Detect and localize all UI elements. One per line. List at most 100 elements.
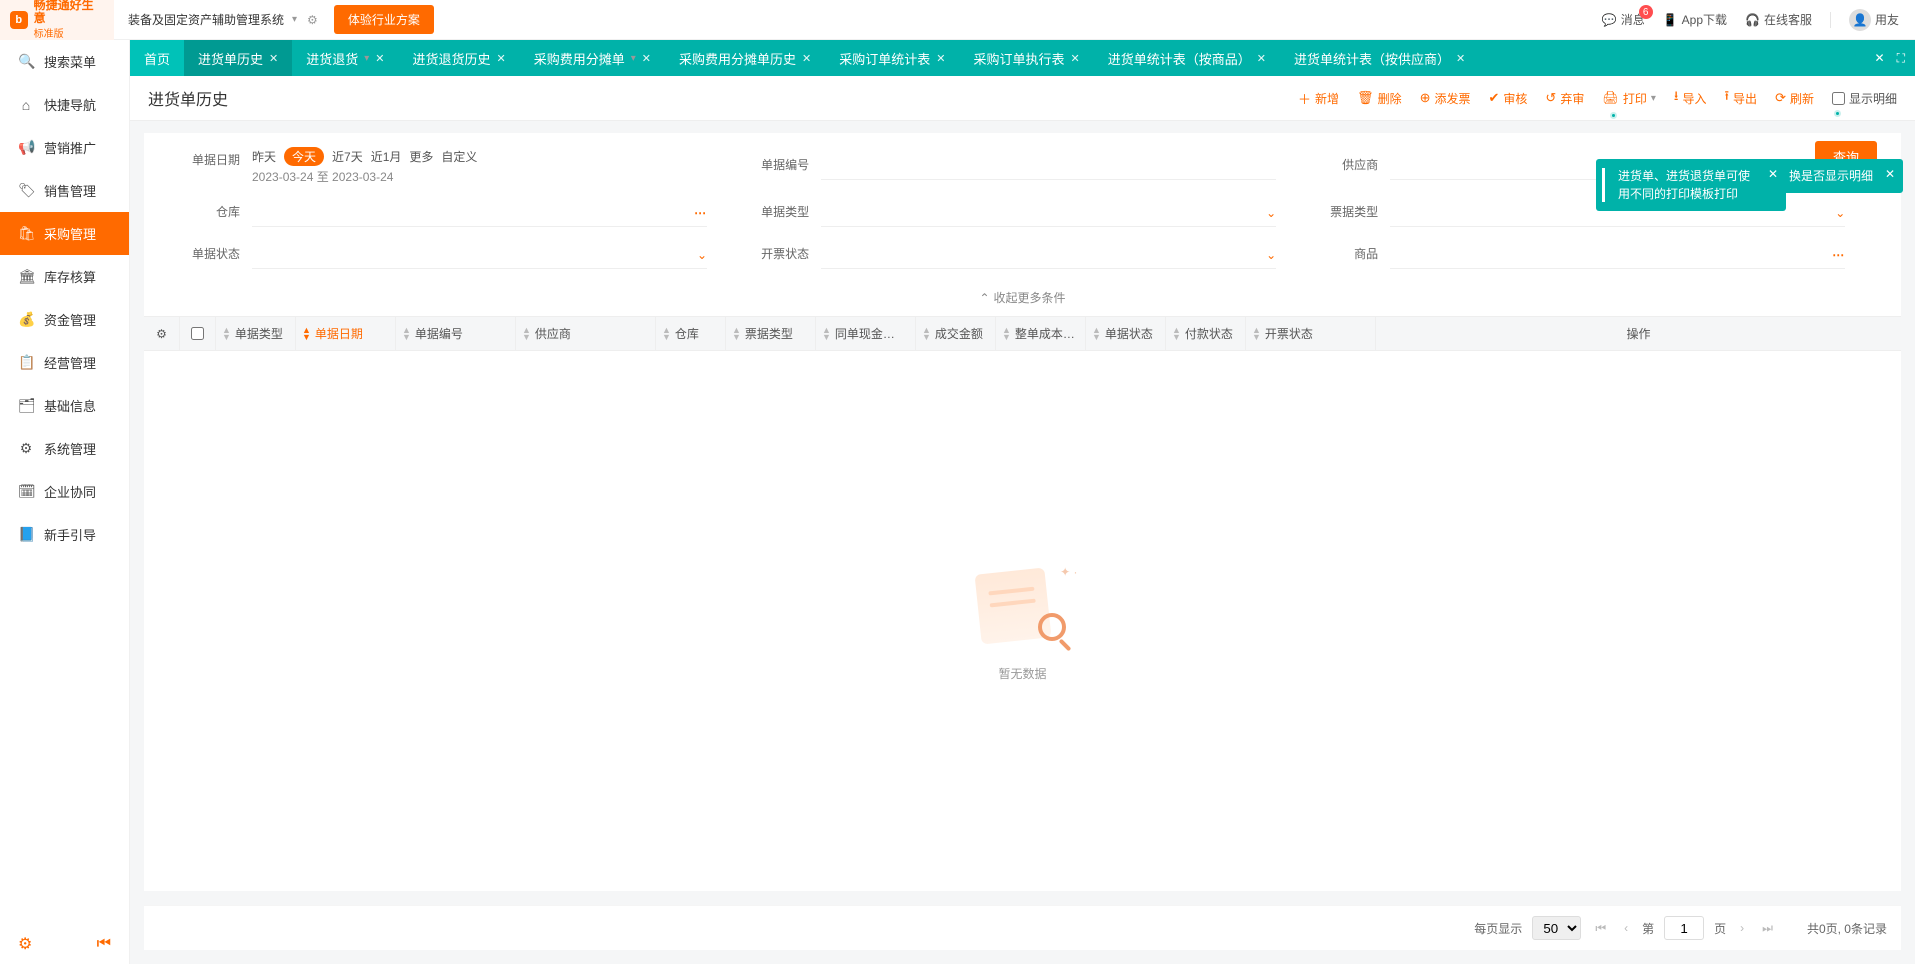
doc-status-select[interactable]: ⌄ xyxy=(252,241,707,269)
col-doc-no[interactable]: ▲▼单据编号 xyxy=(396,317,516,350)
page-input[interactable] xyxy=(1664,916,1704,940)
headset-icon: 🎧 xyxy=(1745,13,1760,27)
tab-home[interactable]: 首页 xyxy=(130,40,184,76)
tab-stats-supplier[interactable]: 进货单统计表（按供应商）✕ xyxy=(1280,40,1479,76)
tab-po-stats[interactable]: 采购订单统计表✕ xyxy=(825,40,959,76)
date-opt-7d[interactable]: 近7天 xyxy=(332,148,363,165)
close-icon[interactable]: ✕ xyxy=(802,52,811,65)
collapse-filters-button[interactable]: ⌃ 收起更多条件 xyxy=(168,283,1877,316)
show-detail-toggle[interactable]: 显示明细 xyxy=(1832,90,1897,107)
show-detail-checkbox[interactable] xyxy=(1832,92,1845,105)
column-settings-button[interactable]: ⚙ xyxy=(144,317,180,350)
system-selector[interactable]: 装备及固定资产辅助管理系统 ▾ xyxy=(128,11,297,28)
tab-cost-alloc-history[interactable]: 采购费用分摊单历史✕ xyxy=(665,40,825,76)
add-button[interactable]: ＋新增 xyxy=(1298,89,1339,108)
brand-name: 畅捷通好生意 xyxy=(34,0,104,25)
messages-button[interactable]: 💬 消息 6 xyxy=(1602,11,1645,28)
close-icon[interactable]: ✕ xyxy=(375,52,384,65)
messages-badge: 6 xyxy=(1639,5,1653,19)
print-tip: 进货单、进货退货单可使用不同的打印模板打印 ✕ xyxy=(1596,159,1786,211)
chevron-down-icon: ⌄ xyxy=(697,248,707,262)
col-amount[interactable]: ▲▼成交金额 xyxy=(916,317,996,350)
toolbar: ＋新增 🗑删除 ⊕添发票 ✔审核 ↺弃审 🖨打印▾ ⭳导入 ⭱导出 ⟳刷新 显示… xyxy=(1298,87,1897,109)
col-doc-date[interactable]: ▲▼单据日期 xyxy=(296,317,396,350)
col-doc-status[interactable]: ▲▼单据状态 xyxy=(1086,317,1166,350)
close-icon[interactable]: ✕ xyxy=(1456,52,1465,65)
sidebar-item-system[interactable]: ⚙系统管理 xyxy=(0,427,129,470)
tab-po-exec[interactable]: 采购订单执行表✕ xyxy=(959,40,1093,76)
add-invoice-button[interactable]: ⊕添发票 xyxy=(1420,90,1471,107)
sidebar-item-marketing[interactable]: 📢营销推广 xyxy=(0,126,129,169)
close-icon[interactable]: ✕ xyxy=(1257,52,1266,65)
user-menu[interactable]: 👤 用友 xyxy=(1849,9,1899,31)
fullscreen-icon[interactable]: ⛶ xyxy=(1897,51,1905,66)
import-button[interactable]: ⭳导入 xyxy=(1674,87,1707,109)
export-button[interactable]: ⭱导出 xyxy=(1724,87,1757,109)
app-download-button[interactable]: 📱 App下载 xyxy=(1663,11,1727,28)
col-cost[interactable]: ▲▼整单成本… xyxy=(996,317,1086,350)
tab-purchase-history[interactable]: 进货单历史✕ xyxy=(184,40,292,76)
first-page-button[interactable]: ⏮ xyxy=(1591,921,1610,936)
gear-icon: ⚙ xyxy=(156,327,167,341)
prev-page-button[interactable]: ‹ xyxy=(1620,921,1632,935)
collapse-sidebar-icon[interactable]: ⏮ xyxy=(97,935,111,953)
product-input[interactable]: ⋯ xyxy=(1390,241,1845,269)
unaudit-button[interactable]: ↺弃审 xyxy=(1545,90,1584,107)
import-icon: ⭳ xyxy=(1674,87,1679,109)
select-all-checkbox[interactable] xyxy=(180,317,216,350)
chevron-down-icon: ▾ xyxy=(364,53,369,64)
close-icon[interactable]: ✕ xyxy=(1885,165,1895,183)
tab-purchase-return-history[interactable]: 进货退货历史✕ xyxy=(399,40,520,76)
sidebar-item-quicknav[interactable]: ⌂快捷导航 xyxy=(0,83,129,126)
date-opt-more[interactable]: 更多 xyxy=(409,148,433,165)
warehouse-input[interactable]: ⋯ xyxy=(252,199,707,227)
col-warehouse[interactable]: ▲▼仓库 xyxy=(656,317,726,350)
doc-type-select[interactable]: ⌄ xyxy=(821,199,1276,227)
per-page-select[interactable]: 50 xyxy=(1532,916,1581,940)
sidebar-item-collab[interactable]: 🗓企业协同 xyxy=(0,470,129,513)
sidebar-item-inventory[interactable]: 🏛库存核算 xyxy=(0,255,129,298)
audit-button[interactable]: ✔审核 xyxy=(1489,90,1528,107)
col-supplier[interactable]: ▲▼供应商 xyxy=(516,317,656,350)
gear-icon[interactable]: ⚙ xyxy=(307,13,318,27)
col-invoice-status[interactable]: ▲▼开票状态 xyxy=(1246,317,1376,350)
sidebar-item-guide[interactable]: 📘新手引导 xyxy=(0,513,129,556)
close-icon[interactable]: ✕ xyxy=(269,52,278,65)
col-doc-type[interactable]: ▲▼单据类型 xyxy=(216,317,296,350)
col-pay-status[interactable]: ▲▼付款状态 xyxy=(1166,317,1246,350)
date-opt-today[interactable]: 今天 xyxy=(284,147,324,166)
tab-purchase-return[interactable]: 进货退货▾✕ xyxy=(292,40,398,76)
empty-text: 暂无数据 xyxy=(998,665,1046,682)
sidebar-item-purchase[interactable]: 🛍采购管理 xyxy=(0,212,129,255)
sidebar-item-operation[interactable]: 📋经营管理 xyxy=(0,341,129,384)
avatar-icon: 👤 xyxy=(1849,9,1871,31)
print-button[interactable]: 🖨打印▾ xyxy=(1602,90,1656,107)
sidebar-item-search[interactable]: 🔍搜索菜单 xyxy=(0,40,129,83)
experience-plan-button[interactable]: 体验行业方案 xyxy=(334,5,434,34)
invoice-status-select[interactable]: ⌄ xyxy=(821,241,1276,269)
settings-footer-icon[interactable]: ⚙ xyxy=(18,934,32,954)
date-opt-custom[interactable]: 自定义 xyxy=(441,148,477,165)
tab-cost-alloc[interactable]: 采购费用分摊单▾✕ xyxy=(520,40,665,76)
last-page-button[interactable]: ⏭ xyxy=(1758,921,1777,936)
doc-no-input[interactable] xyxy=(821,152,1276,180)
refresh-button[interactable]: ⟳刷新 xyxy=(1775,90,1814,107)
col-invoice-type[interactable]: ▲▼票据类型 xyxy=(726,317,816,350)
undo-icon: ↺ xyxy=(1545,90,1556,106)
next-page-button[interactable]: › xyxy=(1736,921,1748,935)
sidebar-item-basedata[interactable]: 🗂基础信息 xyxy=(0,384,129,427)
sidebar-item-sales[interactable]: 🏷销售管理 xyxy=(0,169,129,212)
delete-button[interactable]: 🗑删除 xyxy=(1357,90,1402,107)
close-icon[interactable]: ✕ xyxy=(497,52,506,65)
close-icon[interactable]: ✕ xyxy=(642,52,651,65)
date-opt-1m[interactable]: 近1月 xyxy=(371,148,402,165)
tab-stats-product[interactable]: 进货单统计表（按商品）✕ xyxy=(1094,40,1280,76)
close-icon[interactable]: ✕ xyxy=(1071,52,1080,65)
customer-service-button[interactable]: 🎧 在线客服 xyxy=(1745,11,1812,28)
date-opt-yesterday[interactable]: 昨天 xyxy=(252,148,276,165)
calendar-icon: 🗓 xyxy=(18,483,34,500)
sidebar-item-finance[interactable]: 💰资金管理 xyxy=(0,298,129,341)
close-all-tabs-icon[interactable]: ✕ xyxy=(1875,51,1885,65)
close-icon[interactable]: ✕ xyxy=(936,52,945,65)
col-cash[interactable]: ▲▼同单现金… xyxy=(816,317,916,350)
